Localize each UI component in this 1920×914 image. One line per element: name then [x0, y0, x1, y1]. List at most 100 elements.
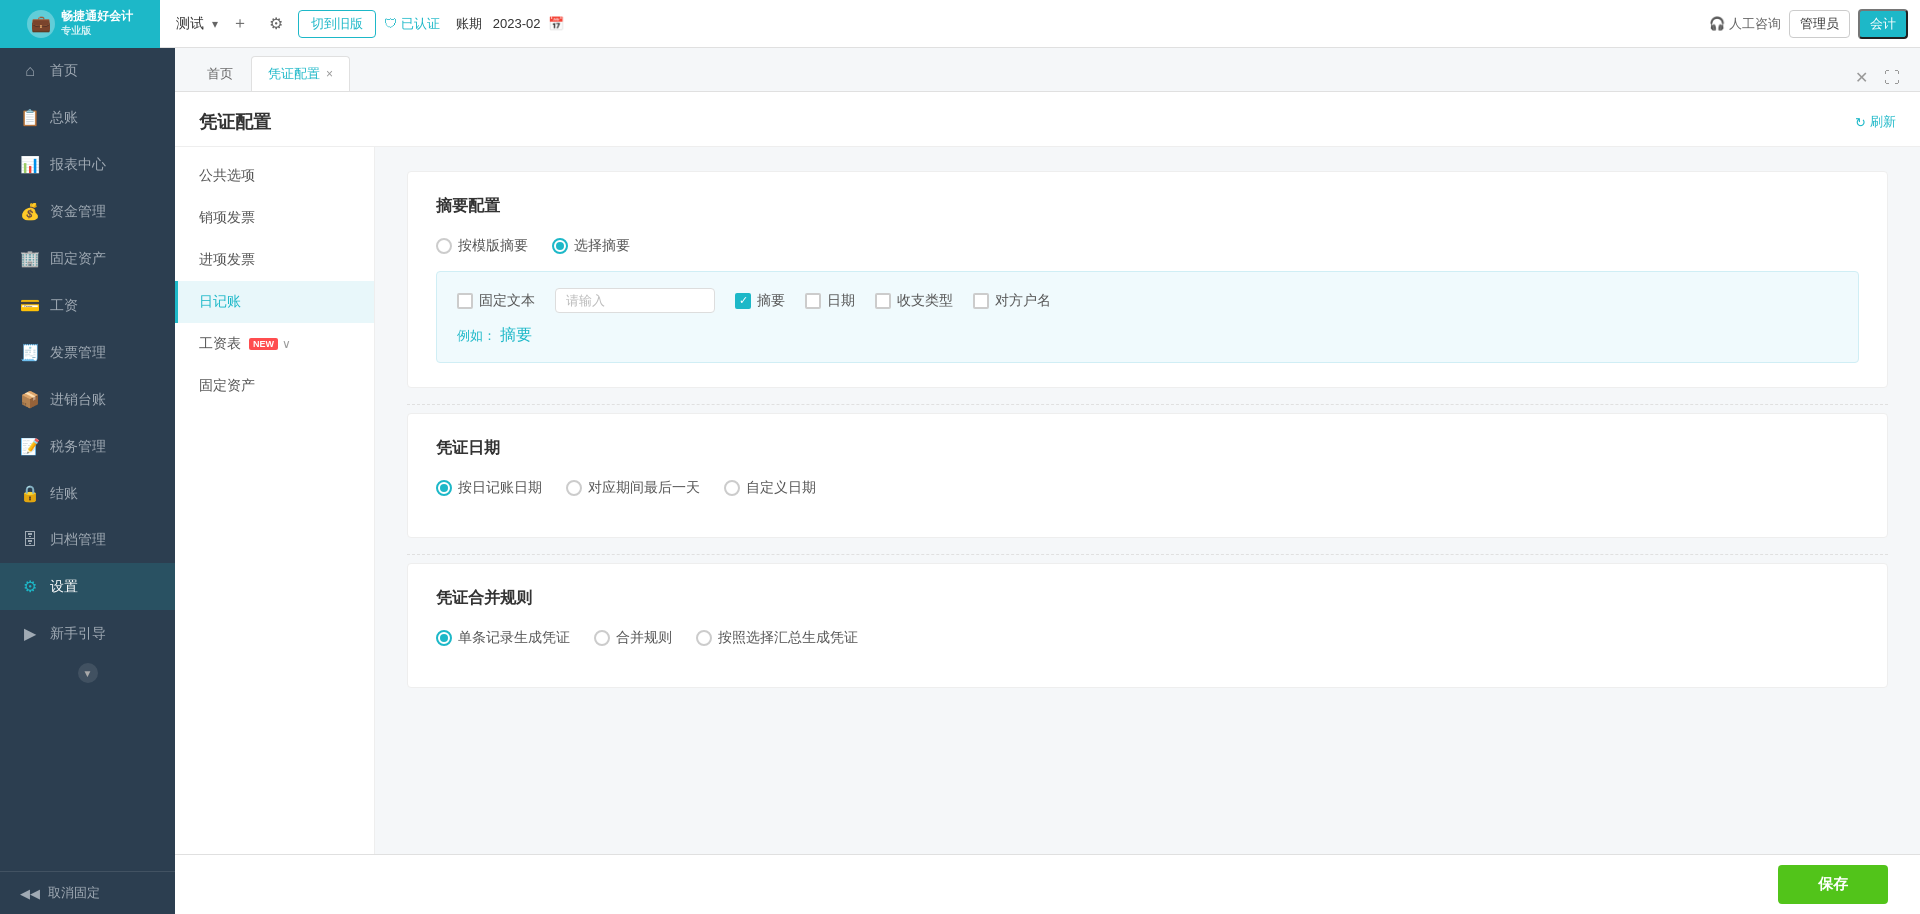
radio-custom-date[interactable]: 自定义日期: [724, 479, 816, 497]
radio-template-summary[interactable]: 按模版摘要: [436, 237, 528, 255]
verified-label: 已认证: [401, 15, 440, 33]
nav-fixed-asset[interactable]: 固定资产: [175, 365, 374, 407]
tab-home[interactable]: 首页: [191, 57, 249, 91]
sales-icon: 📦: [20, 390, 40, 409]
invoice-icon: 🧾: [20, 343, 40, 362]
tab-voucher-config[interactable]: 凭证配置 ×: [251, 56, 350, 91]
logo: 💼 畅捷通好会计 专业版: [0, 0, 160, 48]
page-content: 凭证配置 ↻ 刷新 公共选项 销项发票 进项发票 日记账 工资表 NEW: [175, 92, 1920, 914]
content-area: 首页 凭证配置 × ✕ ⛶ 凭证配置 ↻ 刷新: [175, 48, 1920, 914]
sidebar: ⌂ 首页 📋 总账 📊 报表中心 💰 资金管理 🏢 固定资产 💳 工资: [0, 48, 175, 914]
sidebar-scroll-down-btn[interactable]: ▼: [78, 663, 98, 683]
sidebar-item-invoice[interactable]: 🧾 发票管理: [0, 329, 175, 376]
sidebar-label-sales: 进销台账: [50, 391, 106, 409]
tab-bar-actions: ✕ ⛶: [1851, 64, 1904, 91]
checkbox-income-type[interactable]: 收支类型: [875, 292, 953, 310]
radio-custom-date-circle: [724, 480, 740, 496]
radio-last-day[interactable]: 对应期间最后一天: [566, 479, 700, 497]
sidebar-item-salary[interactable]: 💳 工资: [0, 282, 175, 329]
sidebar-item-tax[interactable]: 📝 税务管理: [0, 423, 175, 470]
config-left-nav: 公共选项 销项发票 进项发票 日记账 工资表 NEW ∨ 固定资产: [175, 147, 375, 854]
checkbox-counterpart-box: [973, 293, 989, 309]
nav-sales-invoice[interactable]: 销项发票: [175, 197, 374, 239]
checkbox-fixed-text[interactable]: 固定文本: [457, 292, 535, 310]
sidebar-item-settings[interactable]: ⚙ 设置: [0, 563, 175, 610]
sidebar-item-sales[interactable]: 📦 进销台账: [0, 376, 175, 423]
radio-single-record[interactable]: 单条记录生成凭证: [436, 629, 570, 647]
radio-merge-rule[interactable]: 合并规则: [594, 629, 672, 647]
switch-version-button[interactable]: 切到旧版: [298, 10, 376, 38]
example-label: 例如：: [457, 328, 496, 343]
merge-rules-title: 凭证合并规则: [436, 588, 1859, 609]
fund-icon: 💰: [20, 202, 40, 221]
service-button[interactable]: 🎧 人工咨询: [1709, 15, 1781, 33]
headset-icon: 🎧: [1709, 16, 1725, 31]
config-layout: 公共选项 销项发票 进项发票 日记账 工资表 NEW ∨ 固定资产 摘要配置: [175, 147, 1920, 854]
period-label: 账期 2023-02 📅: [456, 15, 564, 33]
checkbox-counterpart[interactable]: 对方户名: [973, 292, 1051, 310]
sidebar-item-close[interactable]: 🔒 结账: [0, 470, 175, 517]
save-button[interactable]: 保存: [1778, 865, 1888, 904]
checkbox-income-type-box: [875, 293, 891, 309]
close-book-icon: 🔒: [20, 484, 40, 503]
divider-2: [407, 554, 1888, 555]
sidebar-label-ledger: 总账: [50, 109, 78, 127]
sidebar-label-invoice: 发票管理: [50, 344, 106, 362]
radio-select-total[interactable]: 按照选择汇总生成凭证: [696, 629, 858, 647]
tab-close-window-icon[interactable]: ✕: [1851, 64, 1872, 91]
sidebar-label-settings: 设置: [50, 578, 78, 596]
tab-close-icon[interactable]: ×: [326, 67, 333, 81]
nav-purchase-invoice[interactable]: 进项发票: [175, 239, 374, 281]
checkbox-date[interactable]: 日期: [805, 292, 855, 310]
merge-rules-section: 凭证合并规则 单条记录生成凭证 合并规则: [407, 563, 1888, 688]
radio-diary-date-circle: [436, 480, 452, 496]
accountant-button[interactable]: 会计: [1858, 9, 1908, 39]
new-badge: NEW: [249, 338, 278, 350]
project-chevron-icon[interactable]: ▾: [212, 17, 218, 31]
page-header: 凭证配置 ↻ 刷新: [175, 92, 1920, 147]
guide-icon: ▶: [20, 624, 40, 643]
add-button[interactable]: ＋: [226, 10, 254, 38]
sidebar-item-report[interactable]: 📊 报表中心: [0, 141, 175, 188]
nav-payroll[interactable]: 工资表 NEW ∨: [175, 323, 374, 365]
sidebar-label-home: 首页: [50, 62, 78, 80]
nav-public[interactable]: 公共选项: [175, 155, 374, 197]
refresh-button[interactable]: ↻ 刷新: [1855, 113, 1896, 131]
sidebar-item-archive[interactable]: 🗄 归档管理: [0, 517, 175, 563]
sidebar-item-guide[interactable]: ▶ 新手引导: [0, 610, 175, 657]
sidebar-label-archive: 归档管理: [50, 531, 106, 549]
logo-icon: 💼: [27, 10, 55, 38]
config-right: 摘要配置 按模版摘要 选择摘要: [375, 147, 1920, 854]
sidebar-item-fund[interactable]: 💰 资金管理: [0, 188, 175, 235]
voucher-date-radio-group: 按日记账日期 对应期间最后一天 自定义日期: [436, 479, 1859, 497]
sidebar-label-report: 报表中心: [50, 156, 106, 174]
radio-last-day-circle: [566, 480, 582, 496]
topbar: 💼 畅捷通好会计 专业版 测试 ▾ ＋ ⚙ 切到旧版 🛡 已认证 账期 2023…: [0, 0, 1920, 48]
sidebar-label-salary: 工资: [50, 297, 78, 315]
ledger-icon: 📋: [20, 108, 40, 127]
checkbox-summary[interactable]: ✓ 摘要: [735, 292, 785, 310]
settings-icon[interactable]: ⚙: [262, 10, 290, 38]
fixed-text-input[interactable]: [555, 288, 715, 313]
sidebar-item-asset[interactable]: 🏢 固定资产: [0, 235, 175, 282]
main-layout: ⌂ 首页 📋 总账 📊 报表中心 💰 资金管理 🏢 固定资产 💳 工资: [0, 48, 1920, 914]
radio-single-record-circle: [436, 630, 452, 646]
voucher-date-section: 凭证日期 按日记账日期 对应期间最后一天: [407, 413, 1888, 538]
gear-icon: ⚙: [20, 577, 40, 596]
radio-diary-date[interactable]: 按日记账日期: [436, 479, 542, 497]
merge-rules-radio-group: 单条记录生成凭证 合并规则 按照选择汇总生成凭证: [436, 629, 1859, 647]
nav-diary[interactable]: 日记账: [175, 281, 374, 323]
radio-template-circle: [436, 238, 452, 254]
radio-select-total-circle: [696, 630, 712, 646]
admin-button[interactable]: 管理员: [1789, 10, 1850, 38]
radio-select-summary[interactable]: 选择摘要: [552, 237, 630, 255]
cancel-fixed-button[interactable]: ◀◀ 取消固定: [0, 871, 175, 914]
home-icon: ⌂: [20, 62, 40, 80]
bottom-bar: 保存: [175, 854, 1920, 914]
refresh-icon: ↻: [1855, 115, 1866, 130]
radio-select-circle: [552, 238, 568, 254]
sidebar-item-ledger[interactable]: 📋 总账: [0, 94, 175, 141]
sidebar-item-home[interactable]: ⌂ 首页: [0, 48, 175, 94]
page-title: 凭证配置: [199, 110, 271, 134]
tab-fullscreen-icon[interactable]: ⛶: [1880, 65, 1904, 91]
